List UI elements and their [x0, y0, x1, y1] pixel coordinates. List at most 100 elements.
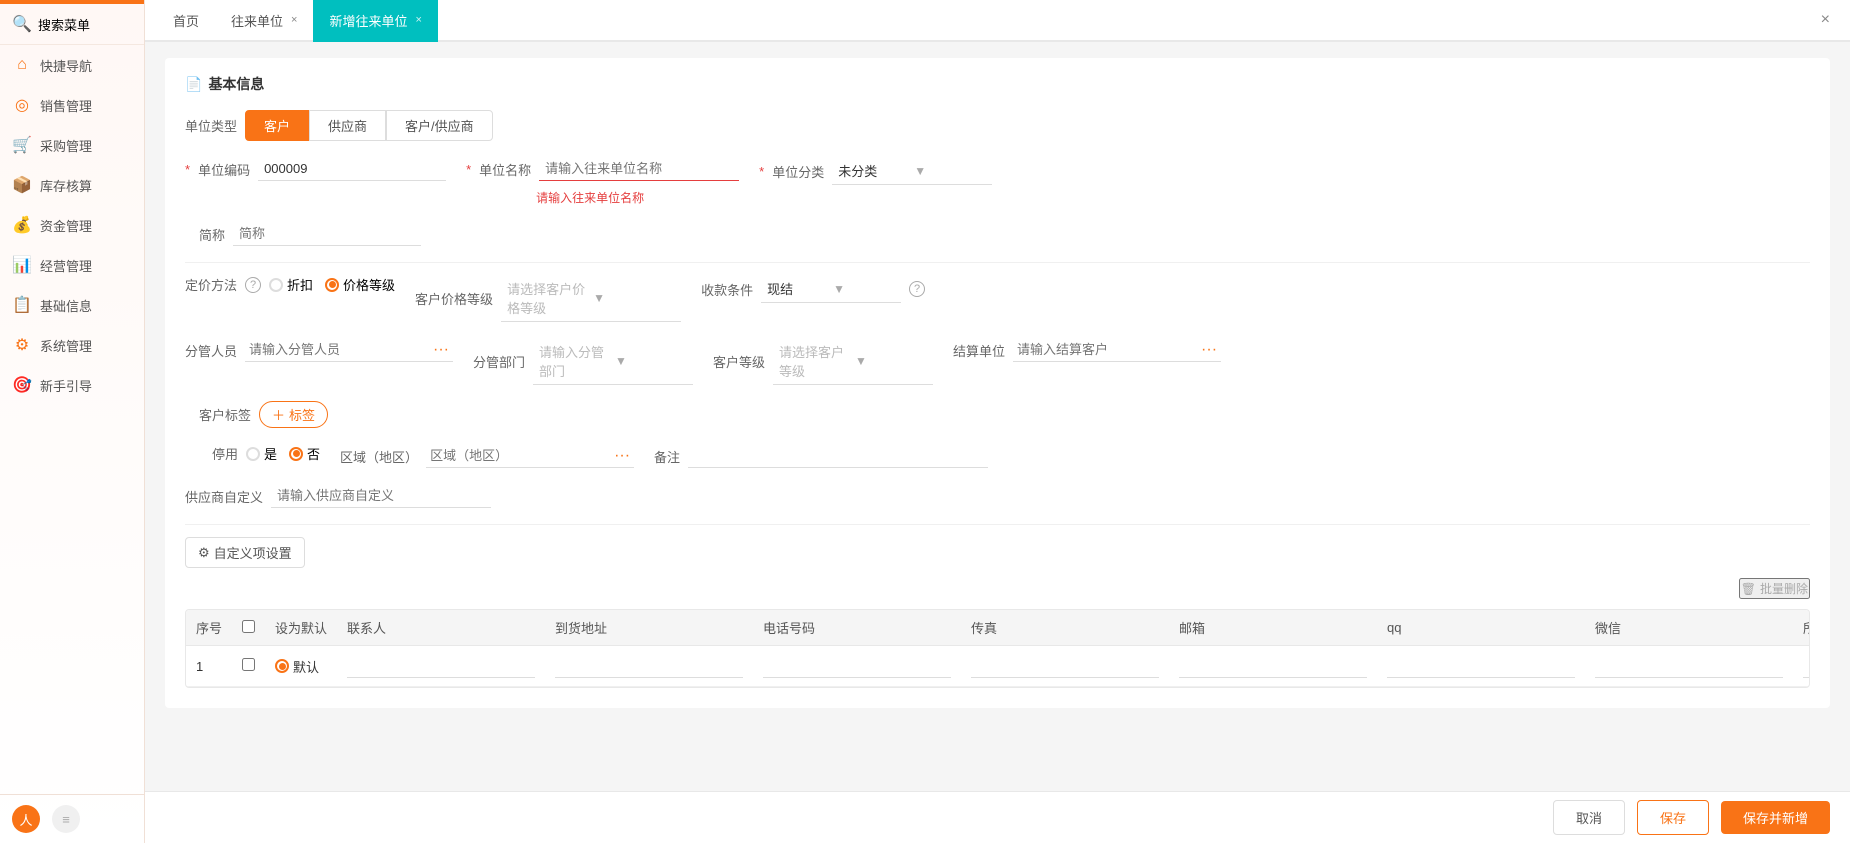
name-input[interactable]: [539, 157, 739, 181]
main-area: 首页 往来单位 × 新增往来单位 × × 📄 基本信息 单位类型 客户: [145, 0, 1850, 843]
dept-select[interactable]: 请输入分管部门 ▼: [533, 338, 693, 385]
base-info-icon: 📋: [12, 295, 32, 315]
content-area: 📄 基本信息 单位类型 客户 供应商 客户/供应商 * 单位编码: [145, 42, 1850, 791]
sidebar-search[interactable]: 🔍 搜索菜单: [0, 4, 144, 45]
custom-settings-btn[interactable]: ⚙ 自定义项设置: [185, 537, 305, 568]
tab-partner-list-close[interactable]: ×: [291, 14, 297, 26]
tabbar: 首页 往来单位 × 新增往来单位 × ×: [145, 0, 1850, 42]
sidebar-label-sales: 销售管理: [40, 96, 92, 115]
area-input[interactable]: [426, 444, 610, 467]
fax-input[interactable]: [971, 654, 1159, 678]
disabled-area-row: 停用 是 否 区: [185, 444, 1810, 468]
pricing-radio-discount[interactable]: 折扣: [269, 275, 313, 294]
code-name-category-row: * 单位编码 * 单位名称 请输入往来单位名称 * 单位分类: [185, 157, 1810, 206]
wechat-input[interactable]: [1595, 654, 1783, 678]
pricing-radio-grade[interactable]: 价格等级: [325, 275, 395, 294]
pricing-label: 定价方法: [185, 275, 237, 294]
sidebar-item-inventory[interactable]: 📦 库存核算: [0, 165, 144, 205]
sidebar-label-base-info: 基础信息: [40, 296, 92, 315]
contact-input[interactable]: [347, 654, 535, 678]
tab-new-partner-close[interactable]: ×: [415, 14, 421, 26]
default-radio-label: 默认: [293, 657, 319, 676]
address-input[interactable]: [555, 654, 743, 678]
tabbar-close-btn[interactable]: ×: [1813, 11, 1838, 29]
row-default-radio[interactable]: 默认: [275, 657, 327, 676]
remark-input[interactable]: [688, 444, 988, 468]
batch-delete-container: 🗑 批量删除: [185, 578, 1810, 599]
pricing-row: 定价方法 ? 折扣 价格等级: [185, 275, 1810, 322]
tab-partner-list[interactable]: 往来单位 ×: [215, 0, 313, 42]
row-checkbox[interactable]: [242, 658, 255, 671]
save-button[interactable]: 保存: [1637, 800, 1709, 835]
code-group: * 单位编码: [185, 157, 446, 181]
th-contact: 联系人: [337, 610, 545, 646]
menu-icon[interactable]: ≡: [52, 805, 80, 833]
unit-type-customer-btn[interactable]: 客户: [245, 110, 309, 141]
manager-input[interactable]: [245, 338, 429, 361]
basic-info-card: 📄 基本信息 单位类型 客户 供应商 客户/供应商 * 单位编码: [165, 58, 1830, 708]
short-name-row: 简称: [185, 222, 1810, 246]
manager-input-wrapper: ···: [245, 338, 453, 362]
row-qq: [1377, 646, 1585, 687]
discount-radio-circle: [269, 278, 283, 292]
user-avatar[interactable]: 人: [12, 805, 40, 833]
purchase-icon: 🛒: [12, 135, 32, 155]
th-default: 设为默认: [265, 610, 337, 646]
sidebar-label-finance: 资金管理: [40, 216, 92, 235]
disabled-no-radio[interactable]: 否: [289, 444, 320, 463]
customer-price-select[interactable]: 请选择客户价格等级 ▼: [501, 275, 681, 322]
code-input[interactable]: [258, 157, 446, 181]
batch-delete-btn[interactable]: 🗑 批量删除: [1739, 578, 1810, 599]
disabled-yes-radio[interactable]: 是: [246, 444, 277, 463]
payment-help-icon[interactable]: ?: [909, 281, 925, 297]
sidebar-item-purchase[interactable]: 🛒 采购管理: [0, 125, 144, 165]
sidebar-item-finance[interactable]: 💰 资金管理: [0, 205, 144, 245]
settlement-dots-btn[interactable]: ···: [1197, 341, 1221, 359]
payment-group: 收款条件 现结 ▼ ?: [701, 275, 925, 303]
table-select-all[interactable]: [242, 620, 255, 633]
qq-input[interactable]: [1387, 654, 1575, 678]
manager-dots-btn[interactable]: ···: [429, 341, 453, 359]
customer-price-placeholder: 请选择客户价格等级: [507, 279, 589, 317]
phone-input[interactable]: [763, 654, 951, 678]
sidebar-item-sales[interactable]: ◎ 销售管理: [0, 85, 144, 125]
save-new-button[interactable]: 保存并新增: [1721, 801, 1830, 834]
customer-price-arrow-icon: ▼: [593, 291, 675, 305]
pricing-help-icon[interactable]: ?: [245, 277, 261, 293]
customer-level-select[interactable]: 请选择客户等级 ▼: [773, 338, 933, 385]
unit-type-group-container: 单位类型 客户 供应商 客户/供应商: [185, 110, 493, 141]
row-fax: [961, 646, 1169, 687]
sidebar-item-guide[interactable]: 🎯 新手引导: [0, 365, 144, 405]
sidebar-item-base-info[interactable]: 📋 基础信息: [0, 285, 144, 325]
settlement-input[interactable]: [1013, 338, 1197, 361]
disabled-radio-group: 是 否: [246, 444, 320, 463]
unit-type-supplier-btn[interactable]: 供应商: [309, 110, 386, 141]
sidebar-item-system[interactable]: ⚙ 系统管理: [0, 325, 144, 365]
yes-radio-label: 是: [264, 444, 277, 463]
th-wechat: 微信: [1585, 610, 1793, 646]
area-dots-btn[interactable]: ···: [610, 447, 634, 465]
sidebar-item-quick-nav[interactable]: ⌂ 快捷导航: [0, 45, 144, 85]
category-select-value: 未分类: [838, 161, 910, 180]
short-name-input[interactable]: [233, 222, 421, 246]
add-tag-icon: ＋: [272, 405, 285, 424]
add-tag-btn[interactable]: ＋ 标签: [259, 401, 328, 428]
region-input[interactable]: [1803, 654, 1810, 678]
customer-level-placeholder: 请选择客户等级: [779, 342, 851, 380]
email-input[interactable]: [1179, 654, 1367, 678]
manager-row: 分管人员 ··· 分管部门 请输入分管部门 ▼ 客户等级: [185, 338, 1810, 385]
sidebar-item-operations[interactable]: 📊 经营管理: [0, 245, 144, 285]
name-label: 单位名称: [479, 160, 531, 179]
tab-new-partner[interactable]: 新增往来单位 ×: [313, 0, 437, 42]
supplier-custom-input[interactable]: [271, 484, 491, 508]
cancel-button[interactable]: 取消: [1553, 800, 1625, 835]
category-select[interactable]: 未分类 ▼: [832, 157, 992, 185]
dept-group: 分管部门 请输入分管部门 ▼: [473, 338, 693, 385]
unit-type-both-btn[interactable]: 客户/供应商: [386, 110, 493, 141]
tab-home[interactable]: 首页: [157, 0, 215, 42]
row-email: [1169, 646, 1377, 687]
payment-select[interactable]: 现结 ▼: [761, 275, 901, 303]
unit-type-label: 单位类型: [185, 116, 237, 135]
system-icon: ⚙: [12, 335, 32, 355]
unit-type-row: 单位类型 客户 供应商 客户/供应商: [185, 110, 1810, 141]
